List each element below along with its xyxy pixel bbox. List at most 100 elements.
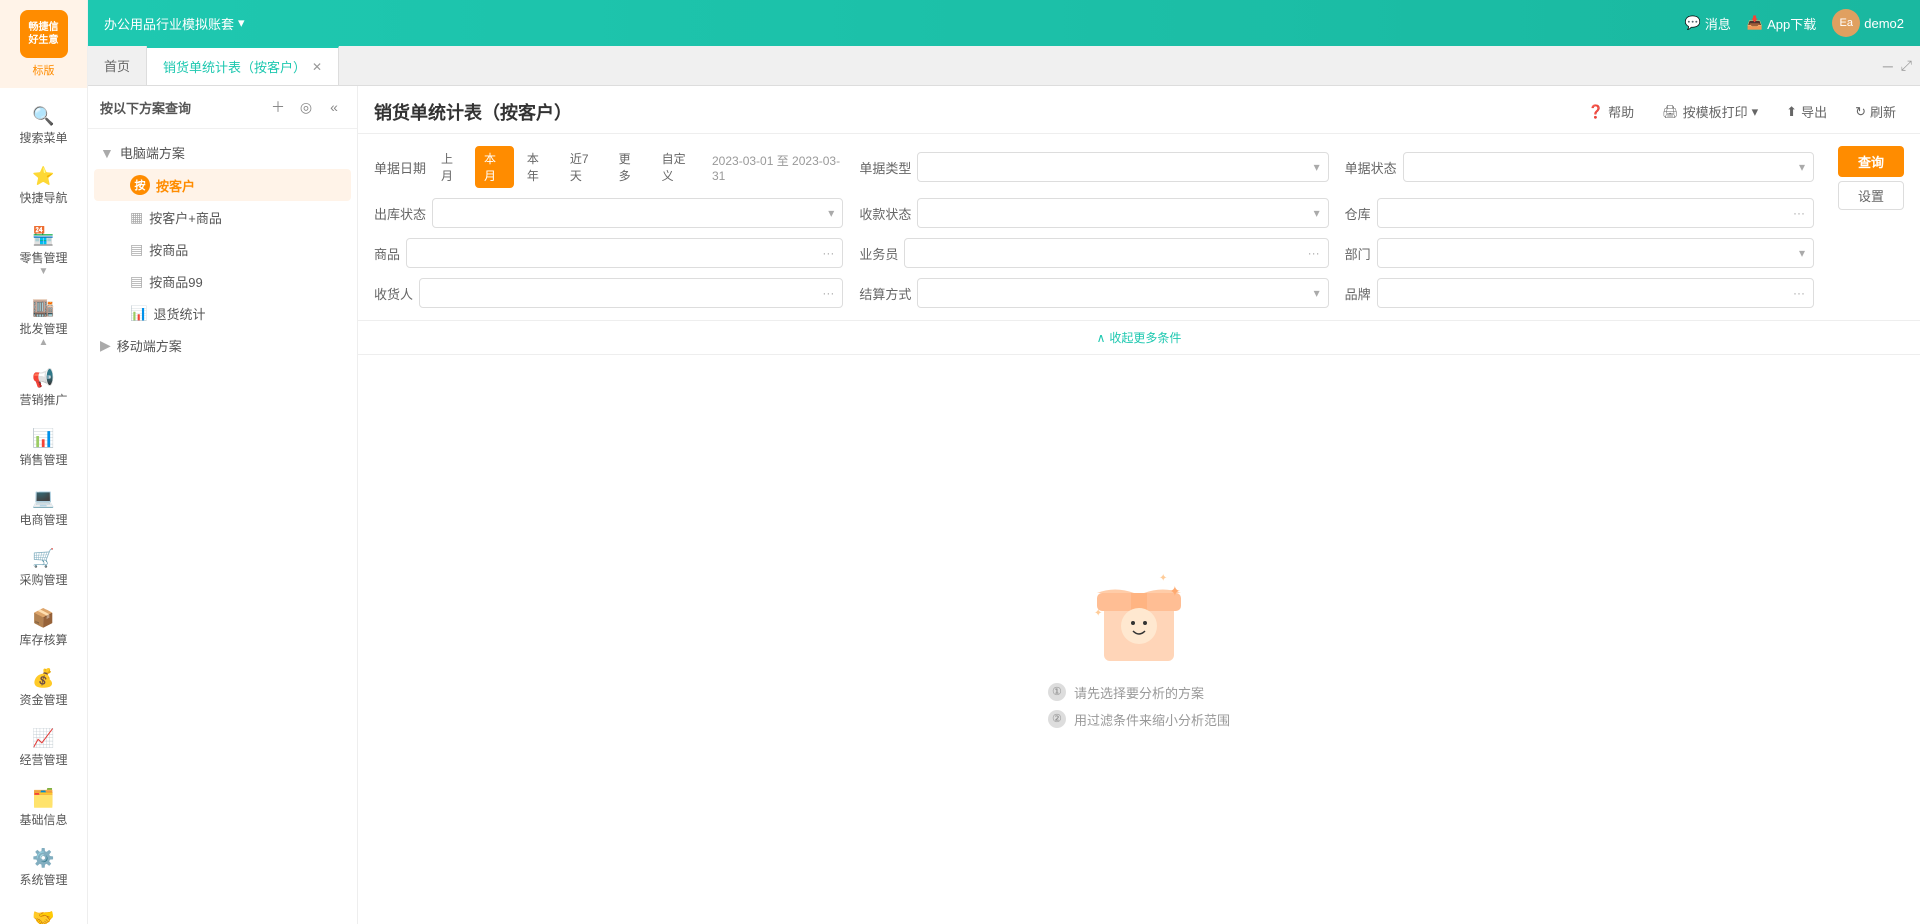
expand-icon: ▼: [100, 145, 114, 161]
tree-item-by-customer[interactable]: 按 按客户: [94, 169, 351, 201]
outbound-arrow-icon: ▾: [828, 206, 834, 220]
sidebar-item-sales[interactable]: 📊 销售管理: [0, 418, 87, 478]
sidebar-item-retail[interactable]: 🏪 零售管理 ▼: [0, 216, 87, 287]
sidebar: 畅捷信好生意 标版 🔍 搜索菜单 ⭐ 快捷导航 🏪 零售管理 ▼ 🏬 批发管理 …: [0, 0, 88, 924]
recipient-select[interactable]: ···: [419, 278, 843, 308]
enterprise-icon: 🤝: [32, 908, 54, 924]
hint-num-1: ①: [1048, 683, 1066, 701]
wholesale-icon: 🏬: [32, 297, 54, 318]
operations-icon: 📈: [32, 728, 54, 749]
message-btn[interactable]: 💬 消息: [1685, 14, 1731, 33]
sidebar-item-ecommerce[interactable]: 💻 电商管理: [0, 478, 87, 538]
doc-status-select[interactable]: ▾: [1403, 152, 1814, 182]
outbound-select[interactable]: ▾: [432, 198, 843, 228]
date-btn-7days[interactable]: 近7天: [561, 146, 606, 188]
tab-sales-stats-label: 销货单统计表（按客户）: [163, 57, 306, 76]
collapse-panel-btn[interactable]: «: [323, 96, 345, 118]
date-btn-more[interactable]: 更多: [610, 146, 649, 188]
date-range-label: 2023-03-01 至 2023-03-31: [712, 152, 843, 183]
filter-cell-date: 单据日期 上月 本月 本年 近7天 更多 自定义 2023-03-01 至 20…: [374, 146, 843, 188]
grid-icon: ▦: [130, 209, 143, 226]
query-button[interactable]: 查询: [1838, 146, 1904, 177]
doc-type-label: 单据类型: [859, 158, 911, 177]
salesperson-select[interactable]: ···: [904, 238, 1328, 268]
tab-home[interactable]: 首页: [88, 46, 147, 85]
export-btn[interactable]: ⬆ 导出: [1778, 98, 1835, 125]
download-icon: 📥: [1747, 15, 1763, 31]
left-panel: 按以下方案查询 ＋ ◎ « ▼ 电脑端方案 按 按客户 ▦: [88, 86, 358, 924]
doc-type-arrow-icon: ▾: [1314, 160, 1320, 174]
date-btn-last-month[interactable]: 上月: [432, 146, 471, 188]
export-icon: ⬆: [1786, 104, 1797, 120]
content-area: 按以下方案查询 ＋ ◎ « ▼ 电脑端方案 按 按客户 ▦: [88, 86, 1920, 924]
filter-row-2: 出库状态 ▾ 收款状态 ▾: [374, 198, 1814, 228]
tree-item-returns[interactable]: 📊 退货统计: [94, 298, 351, 329]
inventory-icon: 📦: [32, 608, 54, 629]
department-select[interactable]: ▾: [1377, 238, 1814, 268]
by-customer-icon: 按: [130, 175, 150, 195]
sidebar-item-enterprise[interactable]: 🤝 企业协同: [0, 898, 87, 924]
logo-area: 畅捷信好生意 标版: [0, 0, 87, 88]
warehouse-select[interactable]: ···: [1377, 198, 1814, 228]
avatar: Ea: [1832, 9, 1860, 37]
help-btn[interactable]: ❓ 帮助: [1580, 98, 1642, 125]
user-menu[interactable]: Ea demo2: [1832, 9, 1904, 37]
tab-sales-stats[interactable]: 销货单统计表（按客户） ✕: [147, 46, 339, 85]
add-scheme-btn[interactable]: ＋: [267, 96, 289, 118]
tree-item-by-goods[interactable]: ▤ 按商品: [94, 234, 351, 265]
collapse-label: 收起更多条件: [1109, 329, 1181, 346]
sidebar-item-system[interactable]: ⚙️ 系统管理: [0, 838, 87, 898]
filter-row-3: 商品 ··· 业务员 ···: [374, 238, 1814, 268]
retail-arrow-icon: ▼: [39, 266, 49, 277]
sidebar-item-operations[interactable]: 📈 经营管理: [0, 718, 87, 778]
right-content: 销货单统计表（按客户） ❓ 帮助 🖨 按模板打印 ▾ ⬆ 导出: [358, 86, 1920, 924]
sidebar-item-finance[interactable]: 💰 资金管理: [0, 658, 87, 718]
brand-select[interactable]: ···: [1377, 278, 1814, 308]
brand-label: 品牌: [1345, 284, 1371, 303]
filter-cell-doc-type: 单据类型 ▾: [859, 152, 1328, 182]
sidebar-item-shortcuts[interactable]: ⭐ 快捷导航: [0, 156, 87, 216]
date-btn-custom[interactable]: 自定义: [653, 146, 702, 188]
tabbar-expand-icon[interactable]: ⤢: [1901, 57, 1912, 74]
tree-desktop-parent[interactable]: ▼ 电脑端方案: [88, 137, 357, 168]
sidebar-item-inventory[interactable]: 📦 库存核算: [0, 598, 87, 658]
ecommerce-icon: 💻: [32, 488, 54, 509]
sidebar-item-marketing[interactable]: 📢 营销推广: [0, 358, 87, 418]
date-btn-this-year[interactable]: 本年: [518, 146, 557, 188]
print-btn[interactable]: 🖨 按模板打印 ▾: [1654, 98, 1766, 125]
purchase-icon: 🛒: [32, 548, 54, 569]
sidebar-item-wholesale[interactable]: 🏬 批发管理 ▲: [0, 287, 87, 358]
tree-item-customer-goods[interactable]: ▦ 按客户+商品: [94, 202, 351, 233]
app-download-btn[interactable]: 📥 App下载: [1747, 14, 1816, 33]
goods-select[interactable]: ···: [406, 238, 843, 268]
main-area: 办公用品行业模拟账套 ▾ 💬 消息 📥 App下载 Ea demo2 首页 销货…: [88, 0, 1920, 924]
sidebar-item-purchase[interactable]: 🛒 采购管理: [0, 538, 87, 598]
tab-close-icon[interactable]: ✕: [312, 60, 322, 74]
sidebar-item-search[interactable]: 🔍 搜索菜单: [0, 96, 87, 156]
settlement-arrow-icon: ▾: [1314, 286, 1320, 300]
payment-select[interactable]: ▾: [917, 198, 1328, 228]
star-icon: ⭐: [32, 166, 54, 187]
tabbar-minimize-icon[interactable]: ─: [1883, 58, 1893, 74]
tree-item-returns-label: 退货统计: [153, 304, 205, 323]
print-label: 按模板打印: [1683, 102, 1748, 121]
filter-cell-outbound: 出库状态 ▾: [374, 198, 843, 228]
tree-mobile-parent[interactable]: ▶ 移动端方案: [88, 330, 357, 361]
left-panel-title: 按以下方案查询: [100, 98, 191, 117]
empty-hint-1: ① 请先选择要分析的方案: [1048, 683, 1230, 702]
date-btn-this-month[interactable]: 本月: [475, 146, 514, 188]
system-icon: ⚙️: [32, 848, 54, 869]
settlement-select[interactable]: ▾: [917, 278, 1328, 308]
doc-type-select[interactable]: ▾: [917, 152, 1328, 182]
message-label: 消息: [1705, 14, 1731, 33]
hint-num-2: ②: [1048, 710, 1066, 728]
tree-item-by-goods99[interactable]: ▤ 按商品99: [94, 266, 351, 297]
settings-scheme-btn[interactable]: ◎: [295, 96, 317, 118]
collapse-bar[interactable]: ∧ 收起更多条件: [358, 321, 1920, 355]
sidebar-item-basic[interactable]: 🗂️ 基础信息: [0, 778, 87, 838]
industry-selector[interactable]: 办公用品行业模拟账套 ▾: [104, 14, 245, 33]
refresh-btn[interactable]: ↻ 刷新: [1847, 98, 1904, 125]
settings-button[interactable]: 设置: [1838, 181, 1904, 210]
svg-text:✦: ✦: [1169, 583, 1181, 599]
svg-text:✦: ✦: [1094, 608, 1102, 619]
